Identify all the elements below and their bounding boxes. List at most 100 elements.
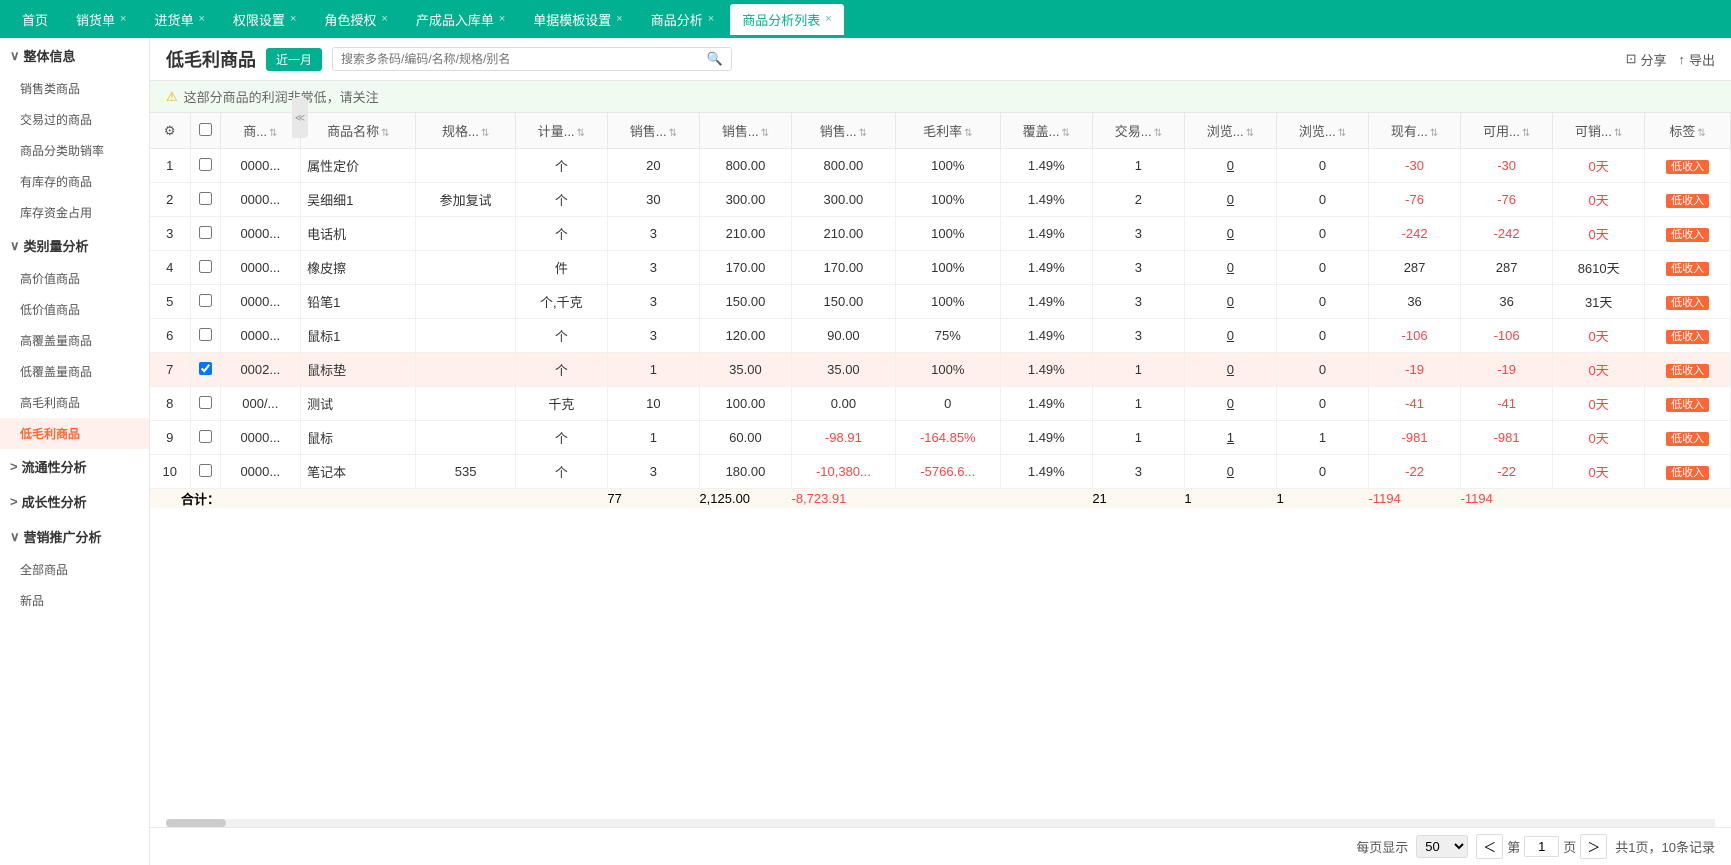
- period-button[interactable]: 近一月: [266, 48, 322, 71]
- close-icon[interactable]: ×: [120, 13, 126, 25]
- col-sales-qty[interactable]: 销售...⇅: [607, 113, 699, 149]
- row-name[interactable]: 测试: [301, 387, 416, 421]
- sidebar-group-marketing[interactable]: ∨ 营销推广分析: [0, 519, 149, 554]
- sidebar-item-sales-products[interactable]: 销售类商品: [0, 73, 149, 104]
- nav-permission[interactable]: 权限设置 ×: [221, 4, 308, 35]
- row-view1[interactable]: 0: [1184, 285, 1276, 319]
- row-name[interactable]: 吴细细1: [301, 183, 416, 217]
- col-sellable[interactable]: 可销...⇅: [1553, 113, 1645, 149]
- sidebar-item-all-products[interactable]: 全部商品: [0, 554, 149, 585]
- close-icon[interactable]: ×: [198, 13, 204, 25]
- row-checkbox[interactable]: [190, 149, 220, 183]
- nav-sales-order[interactable]: 销货单 ×: [64, 4, 138, 35]
- row-sellable: 0天: [1553, 183, 1645, 217]
- row-checkbox[interactable]: [190, 455, 220, 489]
- nav-product-inbound[interactable]: 产成品入库单 ×: [404, 4, 517, 35]
- col-code[interactable]: 商...⇅: [220, 113, 301, 149]
- row-name[interactable]: 鼠标垫: [301, 353, 416, 387]
- col-sales-profit[interactable]: 销售...⇅: [791, 113, 895, 149]
- row-sales-profit: 800.00: [791, 149, 895, 183]
- sidebar-group-growth[interactable]: > 成长性分析: [0, 484, 149, 519]
- row-view1[interactable]: 0: [1184, 149, 1276, 183]
- nav-product-analysis-list[interactable]: 商品分析列表 ×: [730, 4, 843, 35]
- search-icon[interactable]: 🔍: [707, 51, 723, 67]
- share-button[interactable]: ⊡ 分享: [1626, 50, 1667, 69]
- sidebar-item-low-coverage[interactable]: 低覆盖量商品: [0, 356, 149, 387]
- col-spec[interactable]: 规格...⇅: [416, 113, 515, 149]
- col-checkbox[interactable]: [190, 113, 220, 149]
- sidebar-item-traded-products[interactable]: 交易过的商品: [0, 104, 149, 135]
- nav-template-settings[interactable]: 单据模板设置 ×: [521, 4, 634, 35]
- select-all-checkbox[interactable]: [199, 123, 212, 136]
- row-name[interactable]: 鼠标1: [301, 319, 416, 353]
- page-number-input[interactable]: [1524, 836, 1559, 857]
- next-page-button[interactable]: ＞: [1580, 834, 1607, 859]
- row-checkbox[interactable]: [190, 251, 220, 285]
- close-icon[interactable]: ×: [616, 13, 622, 25]
- col-view2[interactable]: 浏览...⇅: [1276, 113, 1368, 149]
- row-checkbox[interactable]: [190, 353, 220, 387]
- row-checkbox[interactable]: [190, 319, 220, 353]
- sidebar-item-stock-products[interactable]: 有库存的商品: [0, 166, 149, 197]
- col-view1[interactable]: 浏览...⇅: [1184, 113, 1276, 149]
- sidebar-item-high-value[interactable]: 高价值商品: [0, 263, 149, 294]
- row-name[interactable]: 电话机: [301, 217, 416, 251]
- row-checkbox[interactable]: [190, 285, 220, 319]
- sidebar-item-high-margin[interactable]: 高毛利商品: [0, 387, 149, 418]
- row-view1[interactable]: 0: [1184, 251, 1276, 285]
- col-current[interactable]: 现有...⇅: [1369, 113, 1461, 149]
- close-icon[interactable]: ×: [708, 13, 714, 25]
- row-sales-profit: 150.00: [791, 285, 895, 319]
- col-gross-margin[interactable]: 毛利率⇅: [895, 113, 1000, 149]
- sidebar-item-stock-capital[interactable]: 库存资金占用: [0, 197, 149, 228]
- sidebar-group-overall[interactable]: ∨ 整体信息: [0, 38, 149, 73]
- row-checkbox[interactable]: [190, 183, 220, 217]
- col-unit[interactable]: 计量...⇅: [515, 113, 607, 149]
- col-sales-amount[interactable]: 销售...⇅: [699, 113, 791, 149]
- col-coverage[interactable]: 覆盖...⇅: [1000, 113, 1092, 149]
- nav-product-analysis[interactable]: 商品分析 ×: [639, 4, 726, 35]
- sidebar-group-circulation[interactable]: > 流通性分析: [0, 449, 149, 484]
- sidebar-item-category-sales-rate[interactable]: 商品分类助销率: [0, 135, 149, 166]
- col-name[interactable]: 商品名称⇅: [301, 113, 416, 149]
- row-view1[interactable]: 0: [1184, 455, 1276, 489]
- sidebar-collapse-button[interactable]: ≪: [292, 98, 308, 138]
- col-settings[interactable]: ⚙: [150, 113, 190, 149]
- col-trade[interactable]: 交易...⇅: [1092, 113, 1184, 149]
- row-view1[interactable]: 0: [1184, 183, 1276, 217]
- sidebar-item-low-value[interactable]: 低价值商品: [0, 294, 149, 325]
- scrollbar-thumb[interactable]: [166, 819, 226, 827]
- export-button[interactable]: ↑ 导出: [1678, 50, 1715, 69]
- row-checkbox[interactable]: [190, 421, 220, 455]
- sidebar-item-high-coverage[interactable]: 高覆盖量商品: [0, 325, 149, 356]
- row-name[interactable]: 笔记本: [301, 455, 416, 489]
- close-icon[interactable]: ×: [499, 13, 505, 25]
- close-icon[interactable]: ×: [290, 13, 296, 25]
- col-available[interactable]: 可用...⇅: [1461, 113, 1553, 149]
- row-name[interactable]: 橡皮擦: [301, 251, 416, 285]
- row-name[interactable]: 铅笔1: [301, 285, 416, 319]
- row-name[interactable]: 鼠标: [301, 421, 416, 455]
- search-input[interactable]: [341, 52, 707, 66]
- sidebar-item-new-products[interactable]: 新品: [0, 585, 149, 616]
- row-view1[interactable]: 0: [1184, 217, 1276, 251]
- prev-page-button[interactable]: ＜: [1476, 834, 1503, 859]
- horizontal-scrollbar[interactable]: [166, 819, 1715, 827]
- nav-home[interactable]: 首页: [10, 4, 60, 35]
- row-view1[interactable]: 0: [1184, 319, 1276, 353]
- nav-purchase-order[interactable]: 进货单 ×: [142, 4, 216, 35]
- sidebar-item-low-margin[interactable]: 低毛利商品: [0, 418, 149, 449]
- row-checkbox[interactable]: [190, 387, 220, 421]
- col-tag[interactable]: 标签⇅: [1645, 113, 1731, 149]
- row-view1[interactable]: 0: [1184, 387, 1276, 421]
- row-view1[interactable]: 0: [1184, 353, 1276, 387]
- nav-role-auth[interactable]: 角色授权 ×: [312, 4, 399, 35]
- row-coverage: 1.49%: [1000, 251, 1092, 285]
- row-checkbox[interactable]: [190, 217, 220, 251]
- row-view1[interactable]: 1: [1184, 421, 1276, 455]
- sidebar-group-category[interactable]: ∨ 类别量分析: [0, 228, 149, 263]
- per-page-select[interactable]: 50 100 200: [1416, 835, 1468, 858]
- close-icon[interactable]: ×: [825, 13, 831, 25]
- close-icon[interactable]: ×: [381, 13, 387, 25]
- row-name[interactable]: 属性定价: [301, 149, 416, 183]
